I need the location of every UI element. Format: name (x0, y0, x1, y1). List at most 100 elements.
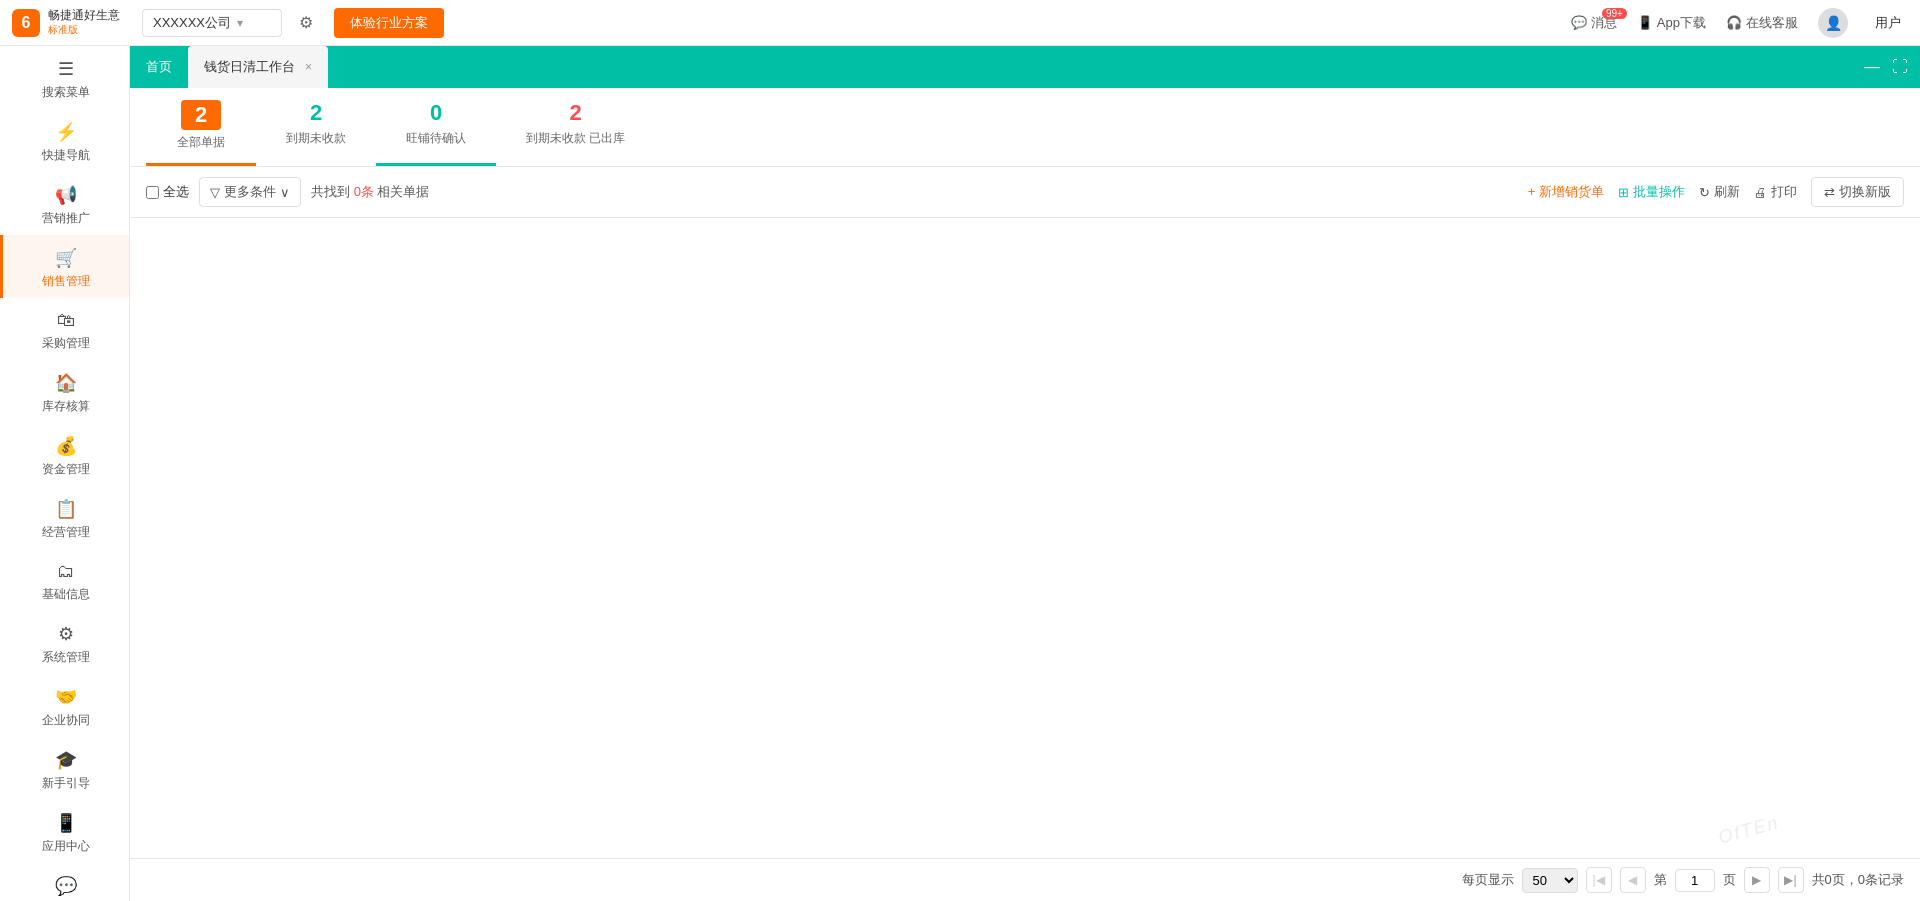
sidebar-item-quicknav[interactable]: ⚡ 快捷导航 (0, 109, 129, 172)
page-suffix: 页 (1723, 871, 1736, 889)
pagination: 每页显示 50 20 100 |◀ ◀ 第 页 ▶ ▶| 共0页，0条记录 (130, 858, 1920, 901)
sidebar-item-sales[interactable]: 🛒 销售管理 (0, 235, 129, 298)
sidebar-item-wechat[interactable]: 💬 企业微信 (0, 863, 129, 901)
message-badge: 99+ (1602, 8, 1627, 19)
guide-icon: 🎓 (55, 749, 77, 771)
select-all-label: 全选 (163, 183, 189, 201)
tab-close-icon[interactable]: × (305, 60, 312, 74)
tab-home[interactable]: 首页 (130, 46, 188, 88)
switch-icon: ⇄ (1824, 185, 1835, 200)
system-icon: ⚙ (58, 623, 74, 645)
stats-count-wangpu: 0 (430, 100, 442, 126)
sidebar-item-purchase[interactable]: 🛍 采购管理 (0, 298, 129, 360)
more-filter-btn[interactable]: ▽ 更多条件 ∨ (199, 177, 301, 207)
sales-icon: 🛒 (55, 247, 77, 269)
toolbar-left: 全选 ▽ 更多条件 ∨ 共找到 0条 相关单据 (146, 177, 429, 207)
sidebar-item-inventory[interactable]: 🏠 库存核算 (0, 360, 129, 423)
stats-tab-shipped[interactable]: 2 到期未收款 已出库 (496, 88, 655, 166)
stats-tab-overdue[interactable]: 2 到期未收款 (256, 88, 376, 166)
sidebar-item-system[interactable]: ⚙ 系统管理 (0, 611, 129, 674)
select-all-input[interactable] (146, 186, 159, 199)
user-name: 用户 (1868, 8, 1908, 38)
sidebar-item-enterprise[interactable]: 🤝 企业协同 (0, 674, 129, 737)
appstore-icon: 📱 (55, 812, 77, 834)
avatar[interactable]: 👤 (1818, 8, 1848, 38)
enterprise-icon: 🤝 (55, 686, 77, 708)
wechat-icon: 💬 (55, 875, 77, 897)
settings-icon[interactable]: ⚙ (290, 7, 322, 39)
toolbar-right: + 新增销货单 ⊞ 批量操作 ↻ 刷新 🖨 打印 ⇄ (1528, 177, 1904, 207)
tab-maximize-btn[interactable]: ⛶ (1888, 54, 1912, 80)
per-page-label: 每页显示 (1462, 871, 1514, 889)
switch-version-btn[interactable]: ⇄ 切换新版 (1811, 177, 1904, 207)
page-label: 第 (1654, 871, 1667, 889)
tab-minimize-btn[interactable]: — (1860, 54, 1884, 80)
prev-page-btn[interactable]: ◀ (1620, 867, 1646, 893)
tab-workbench[interactable]: 钱货日清工作台 × (188, 46, 328, 88)
first-page-btn[interactable]: |◀ (1586, 867, 1612, 893)
purchase-icon: 🛍 (57, 310, 75, 331)
next-page-btn[interactable]: ▶ (1744, 867, 1770, 893)
total-records: 共0页，0条记录 (1812, 871, 1904, 889)
page-body: 2 全部单据 2 到期未收款 0 旺铺待确认 2 到期未收款 已出库 (130, 88, 1920, 901)
main-content: 首页 钱货日清工作台 × — ⛶ 2 全部单据 2 到期未收款 (130, 46, 1920, 901)
online-service-btn[interactable]: 🎧 在线客服 (1726, 14, 1798, 32)
top-bar: 6 畅捷通好生意 标准版 XXXXXX公司 ▾ ⚙ 体验行业方案 💬 消息 99… (0, 0, 1920, 46)
stats-count-overdue: 2 (310, 100, 322, 126)
quicknav-icon: ⚡ (55, 121, 77, 143)
sidebar-item-operations[interactable]: 📋 经营管理 (0, 486, 129, 549)
sidebar-item-appstore[interactable]: 📱 应用中心 (0, 800, 129, 863)
page-input[interactable] (1675, 869, 1715, 892)
tab-bar-actions: — ⛶ (1860, 54, 1920, 80)
tab-bar: 首页 钱货日清工作台 × — ⛶ (130, 46, 1920, 88)
stats-tab-all[interactable]: 2 全部单据 (146, 88, 256, 166)
app-download-btn[interactable]: 📱 App下载 (1637, 14, 1706, 32)
sidebar-item-search[interactable]: ☰ 搜索菜单 (0, 46, 129, 109)
chevron-down-icon: ∨ (280, 185, 290, 200)
tab-workbench-label: 钱货日清工作台 (204, 58, 295, 76)
stats-tabs: 2 全部单据 2 到期未收款 0 旺铺待确认 2 到期未收款 已出库 (130, 88, 1920, 167)
refresh-icon: ↻ (1699, 185, 1710, 200)
stats-count-all: 2 (181, 100, 221, 130)
stats-count-shipped: 2 (570, 100, 582, 126)
message-btn[interactable]: 💬 消息 99+ (1571, 14, 1617, 32)
top-bar-right: 💬 消息 99+ 📱 App下载 🎧 在线客服 👤 用户 (1571, 8, 1908, 38)
company-name: XXXXXX公司 (153, 14, 231, 32)
stats-label-overdue: 到期未收款 (286, 130, 346, 147)
finance-icon: 💰 (55, 435, 77, 457)
filter-label: 更多条件 (224, 183, 276, 201)
refresh-btn[interactable]: ↻ 刷新 (1699, 183, 1740, 201)
found-text: 共找到 0条 相关单据 (311, 183, 429, 201)
batch-icon: ⊞ (1618, 185, 1629, 200)
sidebar-item-finance[interactable]: 💰 资金管理 (0, 423, 129, 486)
marketing-icon: 📢 (55, 184, 77, 206)
new-order-btn[interactable]: + 新增销货单 (1528, 183, 1604, 201)
experience-btn[interactable]: 体验行业方案 (334, 8, 444, 38)
sidebar-item-basics[interactable]: 🗂 基础信息 (0, 549, 129, 611)
message-icon: 💬 (1571, 15, 1587, 30)
logo-icon: 6 (12, 9, 40, 37)
filter-icon: ▽ (210, 185, 220, 200)
select-all-checkbox[interactable]: 全选 (146, 183, 189, 201)
last-page-btn[interactable]: ▶| (1778, 867, 1804, 893)
sidebar: ☰ 搜索菜单 ⚡ 快捷导航 📢 营销推广 🛒 销售管理 🛍 采购管理 🏠 库存核… (0, 46, 130, 901)
stats-label-wangpu: 旺铺待确认 (406, 130, 466, 147)
print-btn[interactable]: 🖨 打印 (1754, 183, 1797, 201)
stats-tab-wangpu[interactable]: 0 旺铺待确认 (376, 88, 496, 166)
app-icon: 📱 (1637, 15, 1653, 30)
sidebar-item-guide[interactable]: 🎓 新手引导 (0, 737, 129, 800)
logo-text-block: 畅捷通好生意 标准版 (48, 8, 120, 38)
stats-label-shipped: 到期未收款 已出库 (526, 130, 625, 147)
batch-ops-btn[interactable]: ⊞ 批量操作 (1618, 183, 1685, 201)
sidebar-item-marketing[interactable]: 📢 营销推广 (0, 172, 129, 235)
layout: ☰ 搜索菜单 ⚡ 快捷导航 📢 营销推广 🛒 销售管理 🛍 采购管理 🏠 库存核… (0, 46, 1920, 901)
per-page-select[interactable]: 50 20 100 (1522, 868, 1578, 893)
print-icon: 🖨 (1754, 185, 1767, 200)
logo: 6 畅捷通好生意 标准版 (12, 8, 142, 38)
company-selector[interactable]: XXXXXX公司 ▾ (142, 9, 282, 37)
chevron-down-icon: ▾ (237, 16, 243, 30)
stats-label-all: 全部单据 (177, 134, 225, 151)
search-menu-icon: ☰ (58, 58, 74, 80)
service-icon: 🎧 (1726, 15, 1742, 30)
inventory-icon: 🏠 (55, 372, 77, 394)
